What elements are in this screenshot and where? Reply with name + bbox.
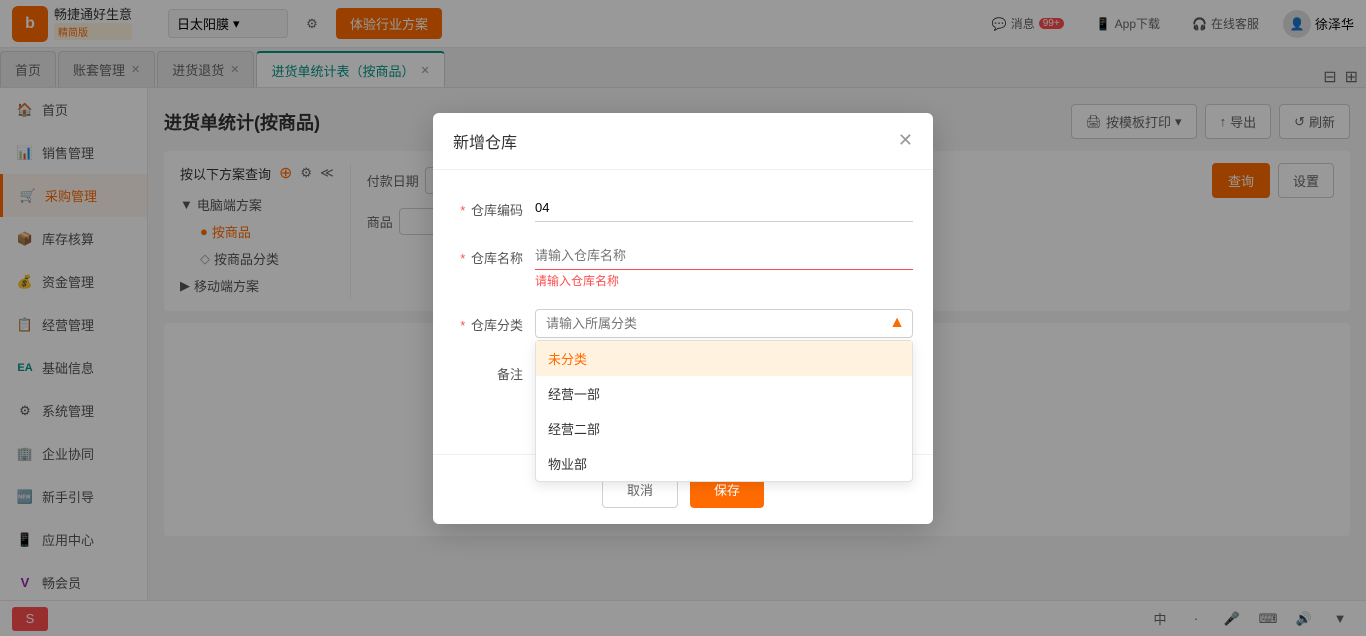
name-error-msg: 请输入仓库名称: [535, 272, 913, 289]
modal-title: 新增仓库: [453, 129, 517, 153]
category-field-row: * 仓库分类 ▲ 未分类 经营一部 经营二部 物业部: [453, 309, 913, 338]
category-label: * 仓库分类: [453, 309, 523, 334]
modal-body: * 仓库编码 * 仓库名称 请输入仓库名称: [433, 170, 933, 454]
modal-close-btn[interactable]: ✕: [898, 130, 913, 151]
dropdown-item-dept2[interactable]: 经营二部: [536, 411, 912, 446]
name-input[interactable]: [535, 242, 913, 270]
dropdown-item-dept1[interactable]: 经营一部: [536, 376, 912, 411]
code-label: * 仓库编码: [453, 194, 523, 219]
code-input[interactable]: [535, 194, 913, 222]
category-select-wrap: ▲ 未分类 经营一部 经营二部 物业部: [535, 309, 913, 338]
code-field-row: * 仓库编码: [453, 194, 913, 222]
new-warehouse-modal: 新增仓库 ✕ * 仓库编码 * 仓库名称: [433, 113, 933, 524]
dropdown-item-dept3[interactable]: 物业部: [536, 446, 912, 481]
name-label: * 仓库名称: [453, 242, 523, 267]
category-input[interactable]: [535, 309, 913, 338]
note-label: 备注: [453, 358, 523, 383]
modal-overlay: 新增仓库 ✕ * 仓库编码 * 仓库名称: [0, 0, 1366, 636]
category-dropdown: 未分类 经营一部 经营二部 物业部: [535, 340, 913, 482]
category-arrow-btn[interactable]: ▲: [889, 314, 905, 332]
modal-header: 新增仓库 ✕: [433, 113, 933, 170]
dropdown-item-uncategorized[interactable]: 未分类: [536, 341, 912, 376]
name-field-row: * 仓库名称 请输入仓库名称: [453, 242, 913, 289]
